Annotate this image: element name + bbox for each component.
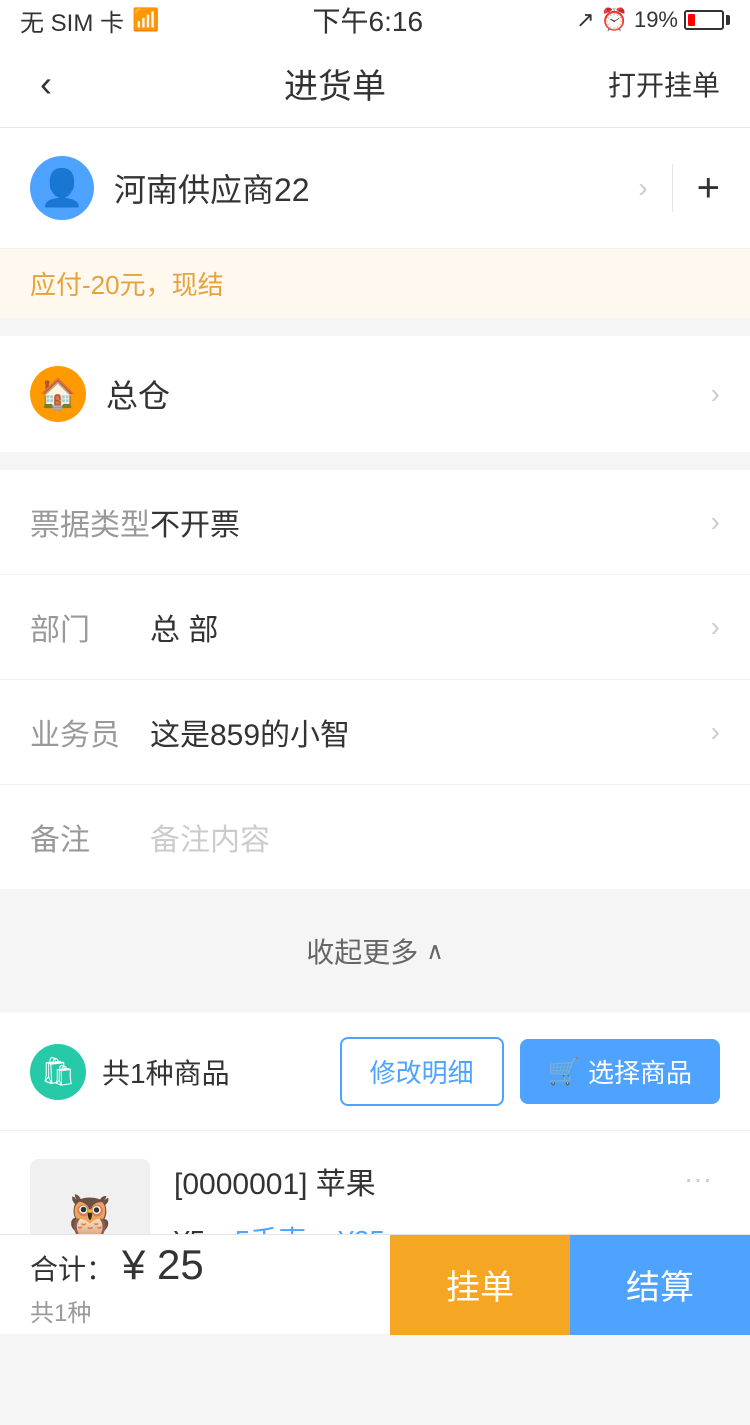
- warehouse-row[interactable]: 🏠 总仓 ›: [0, 336, 750, 452]
- hang-button[interactable]: 挂单: [390, 1235, 570, 1335]
- total-amount: ¥ 25: [122, 1241, 204, 1289]
- location-icon: ↗: [576, 7, 594, 33]
- department-row[interactable]: 部门 总 部 ›: [0, 575, 750, 680]
- salesperson-label: 业务员: [30, 710, 150, 754]
- total-label: 合计：: [30, 1248, 114, 1288]
- remark-label: 备注: [30, 815, 150, 859]
- supplier-card: 👤 河南供应商22 › + 应付-20元，现结: [0, 128, 750, 318]
- chevron-right-icon: ›: [638, 172, 647, 204]
- invoice-type-value: 不开票: [150, 500, 711, 544]
- checkout-button[interactable]: 结算: [570, 1235, 750, 1335]
- collapse-toggle[interactable]: 收起更多 ∧: [0, 907, 750, 995]
- total-count: 共1种: [30, 1293, 360, 1328]
- remark-row[interactable]: 备注 备注内容: [0, 785, 750, 889]
- chevron-right-icon: ›: [711, 611, 720, 643]
- carrier-label: 无 SIM 卡: [20, 3, 124, 38]
- product-header: 🛍 共1种商品 修改明细 🛒 选择商品: [0, 1013, 750, 1131]
- main-content: 👤 河南供应商22 › + 应付-20元，现结 🏠 总仓 › 票据类型 不开票 …: [0, 128, 750, 1425]
- product-code: [0000001]: [174, 1168, 316, 1201]
- chevron-right-icon: ›: [711, 716, 720, 748]
- home-icon: 🏠: [39, 377, 76, 412]
- product-icon: 🛍: [30, 1044, 86, 1100]
- department-value: 总 部: [150, 605, 711, 649]
- vertical-divider: [672, 164, 673, 212]
- notice-bar: 应付-20元，现结: [0, 249, 750, 318]
- chevron-up-icon: ∧: [426, 937, 444, 966]
- warehouse-name: 总仓: [106, 371, 711, 417]
- more-options-button[interactable]: ···: [676, 1159, 720, 1199]
- notice-text: 应付-20元，现结: [30, 270, 224, 300]
- add-button[interactable]: +: [697, 166, 720, 211]
- bag-icon: 🛍: [40, 1055, 76, 1088]
- salesperson-value: 这是859的小智: [150, 710, 711, 754]
- modify-detail-button[interactable]: 修改明细: [340, 1037, 504, 1106]
- battery-icon: [684, 10, 730, 30]
- select-product-button[interactable]: 🛒 选择商品: [520, 1039, 720, 1104]
- department-label: 部门: [30, 605, 150, 649]
- salesperson-row[interactable]: 业务员 这是859的小智 ›: [0, 680, 750, 785]
- product-name: [0000001] 苹果: [174, 1159, 676, 1203]
- user-icon: 👤: [40, 167, 85, 209]
- open-hang-button[interactable]: 打开挂单: [608, 64, 720, 104]
- status-right: ↗ ⏰ 19%: [576, 7, 730, 33]
- nav-bar: ‹ 进货单 打开挂单: [0, 40, 750, 128]
- chevron-right-icon: ›: [711, 378, 720, 410]
- supplier-name: 河南供应商22: [114, 165, 638, 211]
- remark-input[interactable]: 备注内容: [150, 815, 720, 859]
- chevron-right-icon: ›: [711, 506, 720, 538]
- supplier-avatar: 👤: [30, 156, 94, 220]
- invoice-type-row[interactable]: 票据类型 不开票 ›: [0, 470, 750, 575]
- battery-percent: 19%: [634, 7, 678, 33]
- collapse-label: 收起更多: [306, 931, 418, 971]
- alarm-icon: ⏰: [601, 7, 628, 33]
- select-product-label: 选择商品: [588, 1053, 692, 1090]
- status-bar: 无 SIM 卡 📶 下午6:16 ↗ ⏰ 19%: [0, 0, 750, 40]
- product-count: 共1种商品: [102, 1052, 340, 1092]
- warehouse-icon: 🏠: [30, 366, 86, 422]
- cart-icon: 🛒: [548, 1056, 580, 1087]
- form-card: 票据类型 不开票 › 部门 总 部 › 业务员 这是859的小智 › 备注 备注…: [0, 470, 750, 889]
- total-section: 合计： ¥ 25 共1种: [0, 1241, 390, 1328]
- status-time: 下午6:16: [313, 0, 424, 40]
- back-button[interactable]: ‹: [30, 53, 62, 115]
- wifi-icon: 📶: [132, 7, 159, 33]
- invoice-type-label: 票据类型: [30, 500, 150, 544]
- product-title: 苹果: [316, 1168, 376, 1201]
- bottom-bar: 合计： ¥ 25 共1种 挂单 结算: [0, 1234, 750, 1334]
- page-title: 进货单: [284, 59, 386, 108]
- status-left: 无 SIM 卡 📶: [20, 3, 159, 38]
- warehouse-card: 🏠 总仓 ›: [0, 336, 750, 452]
- supplier-row[interactable]: 👤 河南供应商22 › +: [0, 128, 750, 249]
